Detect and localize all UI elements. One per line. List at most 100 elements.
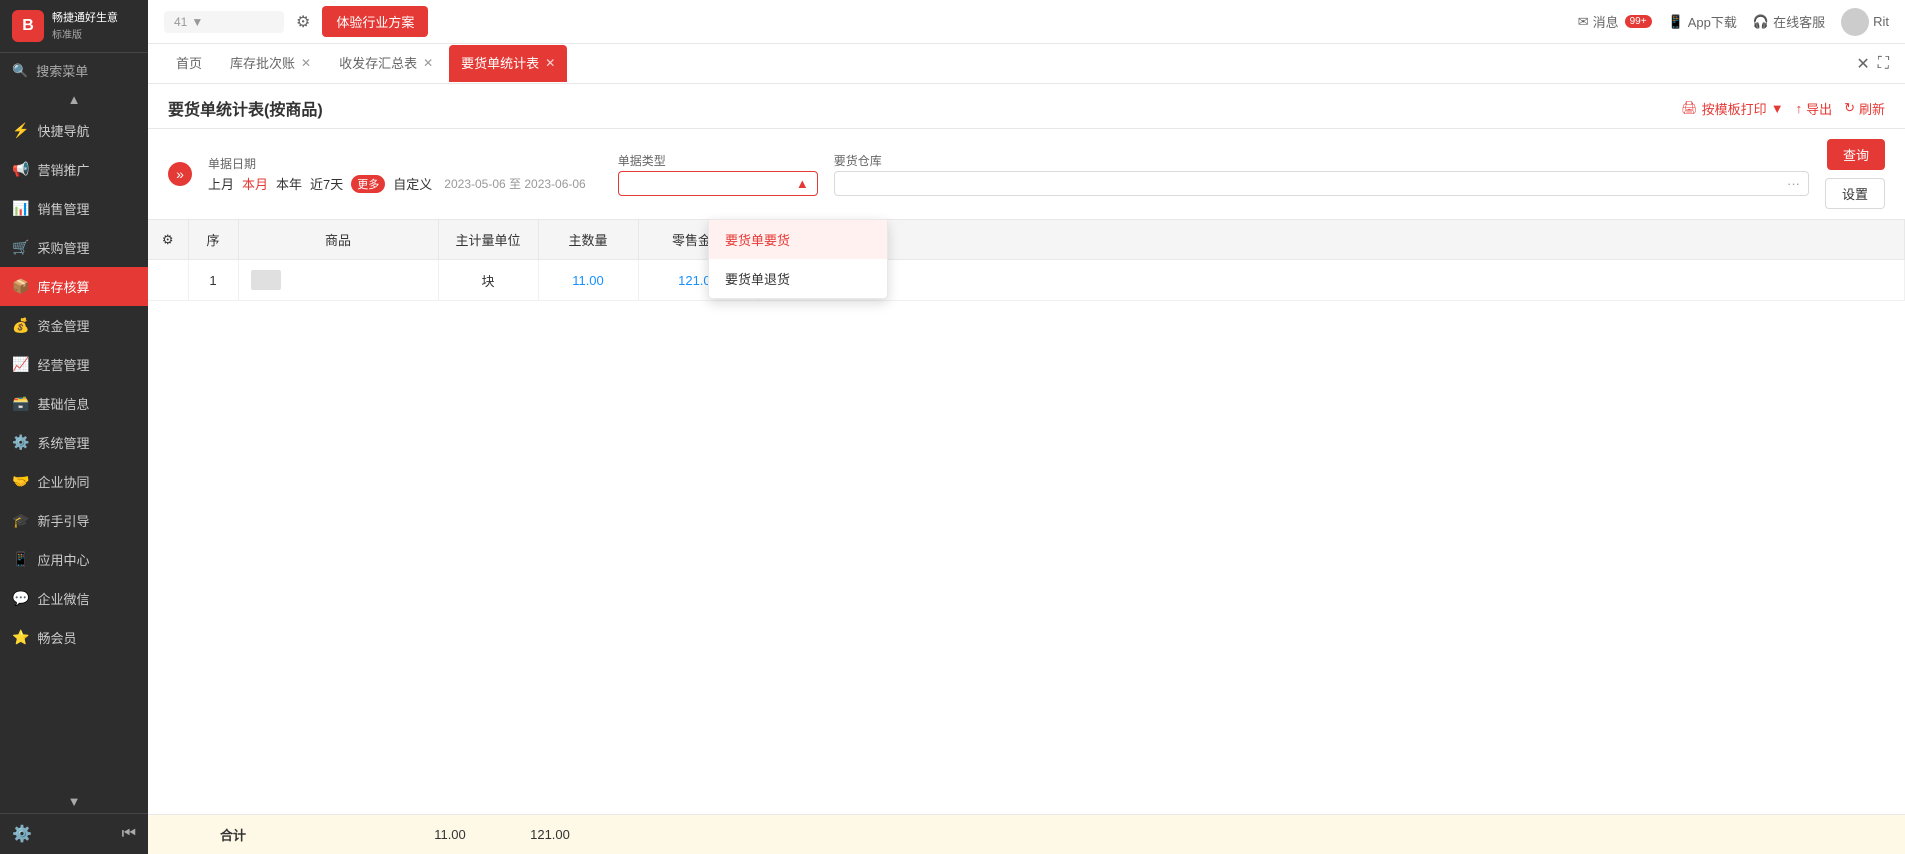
settings-icon[interactable]: ⚙️ xyxy=(12,824,32,844)
filter-date-prev-month[interactable]: 上月 xyxy=(208,174,234,193)
sidebar-item-enterprise-wechat[interactable]: 💬 企业微信 xyxy=(0,579,148,618)
table-body: 1 块 11.00 121.00 xyxy=(148,260,1905,301)
sidebar-item-quick-nav[interactable]: ⚡ 快捷导航 xyxy=(0,111,148,150)
app-center-icon: 📱 xyxy=(12,551,29,568)
tab-receive-summary-close[interactable]: ✕ xyxy=(423,56,433,70)
filter-date-this-month[interactable]: 本月 xyxy=(242,174,268,193)
filter-type-chevron-icon: ▲ xyxy=(796,176,809,191)
filter-date-custom[interactable]: 自定义 xyxy=(393,174,432,193)
col-unit-header: 主计量单位 xyxy=(438,220,538,260)
filter-date-this-year[interactable]: 本年 xyxy=(276,174,302,193)
row-num-cell: 1 xyxy=(188,260,238,301)
filter-expand-button[interactable]: » xyxy=(168,162,192,186)
online-service-icon: 🎧 xyxy=(1753,14,1769,30)
settings-gear-icon[interactable]: ⚙ xyxy=(296,12,310,32)
filter-type-group: 单据类型 ▲ xyxy=(618,152,818,196)
sidebar-item-finance[interactable]: 💰 资金管理 xyxy=(0,306,148,345)
export-label: 导出 xyxy=(1806,99,1832,118)
purchase-icon: 🛒 xyxy=(12,239,29,256)
sidebar-item-label: 采购管理 xyxy=(37,238,89,257)
tabs-bar: 首页 库存批次账 ✕ 收发存汇总表 ✕ 要货单统计表 ✕ ✕ ⛶ xyxy=(148,44,1905,84)
sidebar-logo: B 畅捷通好生意 标准版 xyxy=(0,0,148,53)
filter-date-7days[interactable]: 近7天 xyxy=(310,174,343,193)
sidebar-item-inventory[interactable]: 📦 库存核算 xyxy=(0,267,148,306)
tab-inventory-batch-close[interactable]: ✕ xyxy=(301,56,311,70)
tab-inventory-batch-label: 库存批次账 xyxy=(230,53,295,72)
online-service-button[interactable]: 🎧 在线客服 xyxy=(1753,12,1825,31)
app-download-button[interactable]: 📱 App下载 xyxy=(1668,12,1737,31)
logo-title: 畅捷通好生意 xyxy=(52,11,118,26)
page-actions: 🖨 按模板打印 ▼ ↑ 导出 ↻ 刷新 xyxy=(1681,99,1885,118)
print-label: 按模板打印 xyxy=(1702,99,1767,118)
sidebar-item-sales[interactable]: 📊 销售管理 xyxy=(0,189,148,228)
sidebar-nav: ⚡ 快捷导航 📢 营销推广 📊 销售管理 🛒 采购管理 📦 库存核算 💰 资金管… xyxy=(0,111,148,790)
tab-receive-summary[interactable]: 收发存汇总表 ✕ xyxy=(327,45,445,82)
filter-date-group: 单据日期 上月 本月 本年 近7天 更多 自定义 2023-05-06 至 20… xyxy=(208,155,586,193)
filter-bar: » 单据日期 上月 本月 本年 近7天 更多 自定义 2023-05-06 至 … xyxy=(148,129,1905,220)
sidebar-item-system[interactable]: ⚙️ 系统管理 xyxy=(0,423,148,462)
filter-warehouse-input[interactable]: ··· xyxy=(834,171,1809,196)
message-button[interactable]: ✉ 消息 99+ xyxy=(1578,12,1652,31)
filter-date-more-badge[interactable]: 更多 xyxy=(351,175,385,193)
qty-link[interactable]: 11.00 xyxy=(572,273,604,288)
filter-type-select[interactable]: ▲ xyxy=(618,171,818,196)
beginner-icon: 🎓 xyxy=(12,512,29,529)
dropdown-item-order-goods[interactable]: 要货单要货 xyxy=(709,220,887,259)
user-avatar-button[interactable]: Rit xyxy=(1841,8,1889,36)
query-button[interactable]: 查询 xyxy=(1827,139,1885,170)
message-icon: ✉ xyxy=(1578,14,1589,30)
sidebar-item-members[interactable]: ⭐ 畅会员 xyxy=(0,618,148,657)
sidebar-item-enterprise[interactable]: 🤝 企业协同 xyxy=(0,462,148,501)
export-button[interactable]: ↑ 导出 xyxy=(1796,99,1833,118)
filter-warehouse-group: 要货仓库 ··· xyxy=(834,152,1809,196)
collapse-icon[interactable]: ⏮ xyxy=(122,825,136,843)
col-settings-header[interactable]: ⚙ xyxy=(148,220,188,260)
col-qty-header: 主数量 xyxy=(538,220,638,260)
sidebar-item-purchase[interactable]: 🛒 采购管理 xyxy=(0,228,148,267)
message-label: 消息 xyxy=(1593,12,1619,31)
table-settings-button[interactable]: 设置 xyxy=(1825,178,1885,209)
col-num-header: 序 xyxy=(188,220,238,260)
window-close-button[interactable]: ✕ xyxy=(1856,54,1869,74)
sidebar-scroll-up[interactable]: ▲ xyxy=(0,88,148,111)
sidebar-item-basics[interactable]: 🗃️ 基础信息 xyxy=(0,384,148,423)
sidebar-item-label: 库存核算 xyxy=(37,277,89,296)
tab-home[interactable]: 首页 xyxy=(164,45,214,82)
sidebar-item-label: 快捷导航 xyxy=(37,121,89,140)
tab-order-summary[interactable]: 要货单统计表 ✕ xyxy=(449,45,567,82)
sidebar-item-operations[interactable]: 📈 经营管理 xyxy=(0,345,148,384)
tab-order-summary-close[interactable]: ✕ xyxy=(545,56,555,70)
type-dropdown: 要货单要货 要货单退货 xyxy=(708,219,888,299)
operations-icon: 📈 xyxy=(12,356,29,373)
refresh-button[interactable]: ↻ 刷新 xyxy=(1844,99,1885,118)
quick-nav-icon: ⚡ xyxy=(12,122,29,139)
refresh-label: 刷新 xyxy=(1859,99,1885,118)
col-spacer-header xyxy=(758,220,1905,260)
trial-button[interactable]: 体验行业方案 xyxy=(322,6,428,37)
members-icon: ⭐ xyxy=(12,629,29,646)
print-button[interactable]: 🖨 按模板打印 ▼ xyxy=(1681,99,1783,118)
footer-label: 合计 xyxy=(160,825,400,844)
filter-date-options: 上月 本月 本年 近7天 更多 自定义 2023-05-06 至 2023-06… xyxy=(208,174,586,193)
logo-sub: 标准版 xyxy=(52,26,118,41)
sidebar-item-app-center[interactable]: 📱 应用中心 xyxy=(0,540,148,579)
sidebar-item-marketing[interactable]: 📢 营销推广 xyxy=(0,150,148,189)
row-settings-cell xyxy=(148,260,188,301)
enterprise-wechat-icon: 💬 xyxy=(12,590,29,607)
window-expand-button[interactable]: ⛶ xyxy=(1878,55,1889,73)
tab-home-label: 首页 xyxy=(176,53,202,72)
sidebar-search[interactable]: 🔍 搜索菜单 xyxy=(0,53,148,88)
workspace-selector[interactable]: 41 ▼ xyxy=(164,11,284,33)
sidebar-item-label: 资金管理 xyxy=(37,316,89,335)
finance-icon: 💰 xyxy=(12,317,29,334)
row-spacer-cell xyxy=(758,260,1905,301)
sidebar-item-label: 畅会员 xyxy=(37,628,76,647)
sidebar-scroll-down[interactable]: ▼ xyxy=(0,790,148,813)
content-area: 要货单统计表(按商品) 🖨 按模板打印 ▼ ↑ 导出 ↻ 刷新 » xyxy=(148,84,1905,854)
table-row: 1 块 11.00 121.00 xyxy=(148,260,1905,301)
print-icon: 🖨 xyxy=(1681,100,1698,116)
dropdown-item-order-return[interactable]: 要货单退货 xyxy=(709,259,887,298)
tab-inventory-batch[interactable]: 库存批次账 ✕ xyxy=(218,45,323,82)
sidebar-item-label: 应用中心 xyxy=(37,550,89,569)
sidebar-item-beginner[interactable]: 🎓 新手引导 xyxy=(0,501,148,540)
